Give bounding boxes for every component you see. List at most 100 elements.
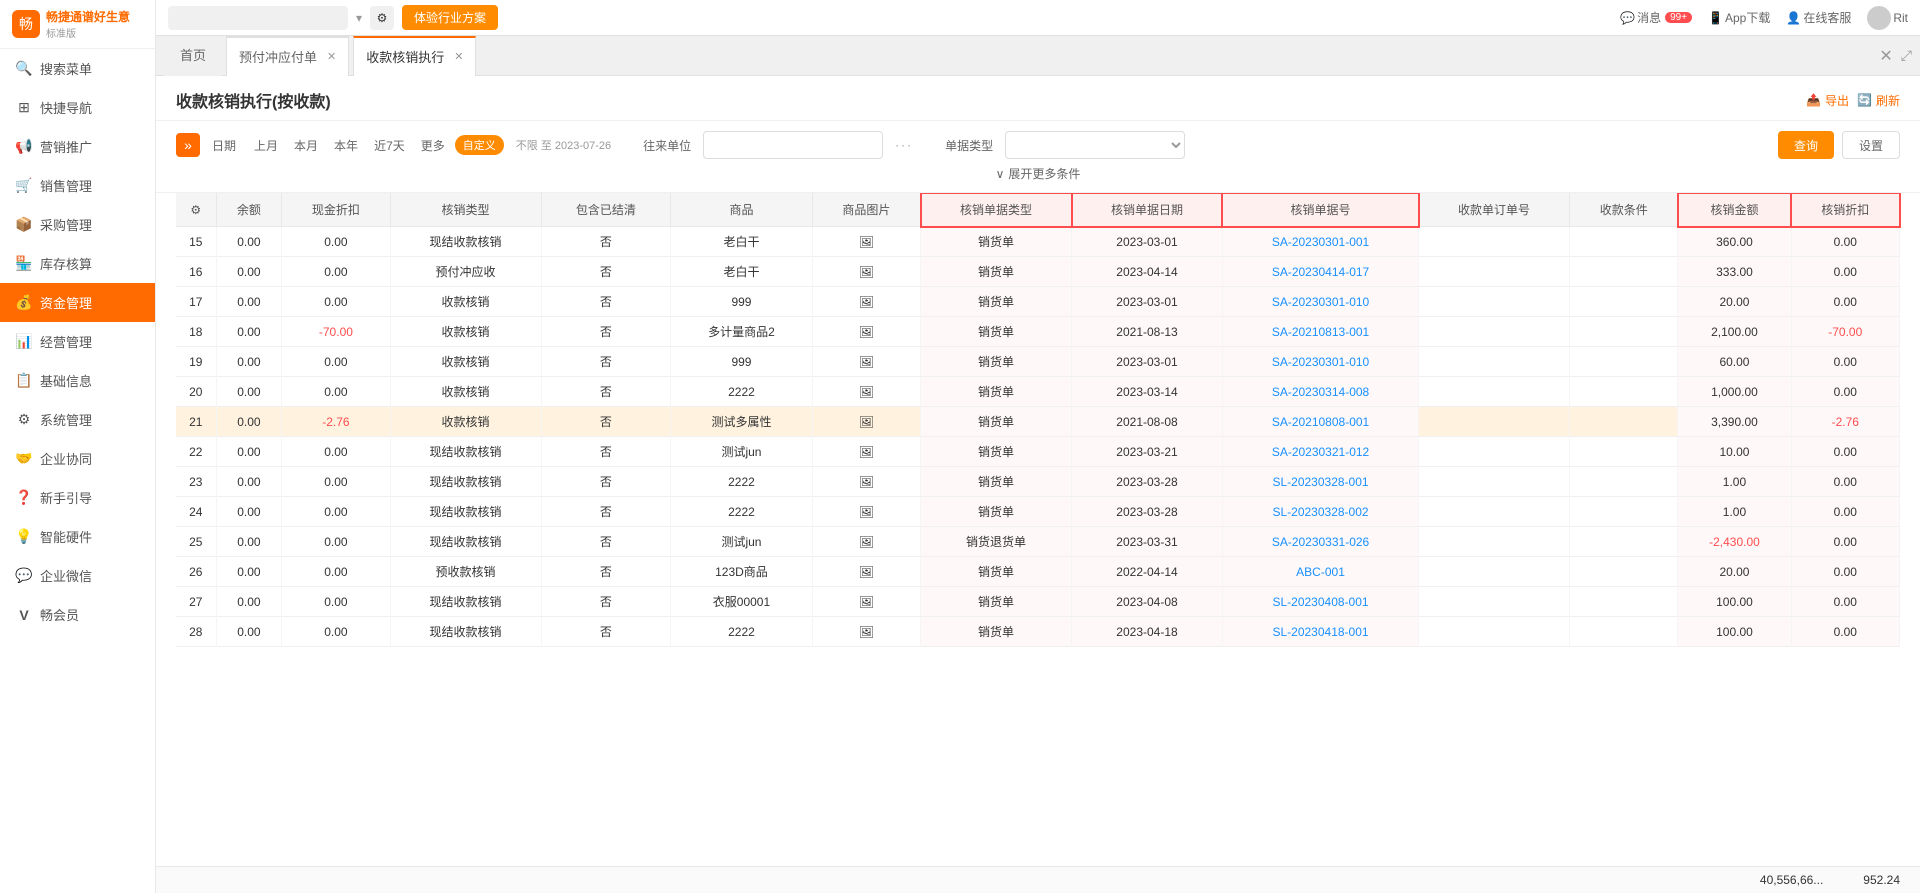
table-cell: 现结收款核销 xyxy=(390,437,541,467)
table-cell: 预收款核销 xyxy=(390,557,541,587)
date-opt-lastmonth[interactable]: 上月 xyxy=(248,135,284,156)
table-cell[interactable]: SA-20230301-010 xyxy=(1222,287,1418,317)
table-cell[interactable]: SL-20230328-002 xyxy=(1222,497,1418,527)
filter-expand-button[interactable]: » xyxy=(176,133,200,157)
tab-prepay[interactable]: 预付冲应付单 ✕ xyxy=(226,36,349,76)
table-cell: 0.00 xyxy=(216,377,282,407)
query-button[interactable]: 查询 xyxy=(1778,131,1834,159)
table-cell: 19 xyxy=(176,347,216,377)
col-condition: 收款条件 xyxy=(1570,193,1678,227)
sidebar-item-marketing[interactable]: 📢 营销推广 xyxy=(0,127,155,166)
table-cell[interactable]: SA-20210813-001 xyxy=(1222,317,1418,347)
col-amount-discount: 核销折扣 xyxy=(1791,193,1899,227)
date-opt-more[interactable]: 更多 xyxy=(415,135,451,156)
table-cell[interactable]: SL-20230418-001 xyxy=(1222,617,1418,647)
table-row: 240.000.00现结收款核销否2222🖼销货单2023-03-28SL-20… xyxy=(176,497,1900,527)
message-icon-area[interactable]: 💬 消息 99+ xyxy=(1620,9,1692,26)
col-order-no: 收款单订单号 xyxy=(1419,193,1570,227)
table-cell: 2023-03-01 xyxy=(1072,287,1223,317)
single-type-select[interactable] xyxy=(1005,131,1185,159)
sidebar-item-system[interactable]: ⚙ 系统管理 xyxy=(0,400,155,439)
table-cell xyxy=(1419,377,1570,407)
table-cell: 0.00 xyxy=(216,437,282,467)
tab-home[interactable]: 首页 xyxy=(164,36,222,76)
sidebar-item-finance[interactable]: 💰 资金管理 xyxy=(0,283,155,322)
from-unit-input[interactable] xyxy=(703,131,883,159)
sidebar-item-search[interactable]: 🔍 搜索菜单 xyxy=(0,49,155,88)
table-row: 280.000.00现结收款核销否2222🖼销货单2023-04-18SL-20… xyxy=(176,617,1900,647)
table-cell: 1.00 xyxy=(1678,497,1791,527)
date-opt-thisyear[interactable]: 本年 xyxy=(328,135,364,156)
sidebar-item-guide[interactable]: ❓ 新手引导 xyxy=(0,478,155,517)
table-cell: 2023-03-28 xyxy=(1072,497,1223,527)
set-button[interactable]: 设置 xyxy=(1842,131,1900,159)
table-cell: 销货单 xyxy=(921,347,1072,377)
user-avatar[interactable]: Rit xyxy=(1867,6,1908,30)
col-goods-img: 商品图片 xyxy=(812,193,920,227)
table-cell: 0.00 xyxy=(216,617,282,647)
tab-close-icon[interactable]: ✕ xyxy=(1879,46,1892,66)
handshake-icon: 🤝 xyxy=(16,451,32,467)
table-cell: 测试jun xyxy=(671,437,813,467)
sidebar-item-basic[interactable]: 📋 基础信息 xyxy=(0,361,155,400)
date-custom-badge[interactable]: 自定义 xyxy=(455,135,504,155)
table-cell[interactable]: SA-20230331-026 xyxy=(1222,527,1418,557)
solution-button[interactable]: 体验行业方案 xyxy=(402,5,498,30)
tab-expand-icon[interactable]: ⤢ xyxy=(1901,47,1912,64)
table-cell: 现结收款核销 xyxy=(390,587,541,617)
col-balance: 余额 xyxy=(216,193,282,227)
online-support[interactable]: 👤 在线客服 xyxy=(1786,9,1851,26)
table-cell[interactable]: SA-20210808-001 xyxy=(1222,407,1418,437)
table-cell: -2,430.00 xyxy=(1678,527,1791,557)
export-button[interactable]: 📤 导出 xyxy=(1806,92,1849,109)
table-cell[interactable]: SA-20230314-008 xyxy=(1222,377,1418,407)
page-header: 收款核销执行(按收款) 📤 导出 🔄 刷新 xyxy=(156,76,1920,121)
expand-more-button[interactable]: ∨ 展开更多条件 xyxy=(996,165,1081,182)
table-cell[interactable]: ABC-001 xyxy=(1222,557,1418,587)
table-cell[interactable]: SL-20230408-001 xyxy=(1222,587,1418,617)
table-cell: 0.00 xyxy=(1791,617,1899,647)
table-cell[interactable]: SA-20230301-001 xyxy=(1222,227,1418,257)
sidebar-item-hardware[interactable]: 💡 智能硬件 xyxy=(0,517,155,556)
table-cell: 100.00 xyxy=(1678,587,1791,617)
table-cell[interactable]: SA-20230414-017 xyxy=(1222,257,1418,287)
col-bill-type: 核销单据类型 xyxy=(921,193,1072,227)
table-cell: 否 xyxy=(541,407,671,437)
table-cell xyxy=(1419,407,1570,437)
table-cell: 销货退货单 xyxy=(921,527,1072,557)
table-cell: 老白干 xyxy=(671,227,813,257)
app-download[interactable]: 📱 App下载 xyxy=(1708,9,1770,26)
table-cell[interactable]: SL-20230328-001 xyxy=(1222,467,1418,497)
table-cell: 2222 xyxy=(671,617,813,647)
sidebar-item-purchase[interactable]: 📦 采购管理 xyxy=(0,205,155,244)
sidebar-item-quicknav[interactable]: ⊞ 快捷导航 xyxy=(0,88,155,127)
table-cell[interactable]: SA-20230321-012 xyxy=(1222,437,1418,467)
settings-gear[interactable]: ⚙ xyxy=(370,6,394,30)
sidebar-item-operations[interactable]: 📊 经营管理 xyxy=(0,322,155,361)
sidebar-item-enterprise[interactable]: 🤝 企业协同 xyxy=(0,439,155,478)
top-bar: ▾ ⚙ 体验行业方案 💬 消息 99+ 📱 App下载 👤 在线客服 xyxy=(156,0,1920,36)
table-cell xyxy=(1570,227,1678,257)
table-cell: 16 xyxy=(176,257,216,287)
table-cell: 0.00 xyxy=(1791,467,1899,497)
date-opt-7days[interactable]: 近7天 xyxy=(368,135,411,156)
table-cell xyxy=(1419,527,1570,557)
tab-receipt-close[interactable]: ✕ xyxy=(454,50,463,63)
grid-icon: ⊞ xyxy=(16,100,32,116)
table-cell: 0.00 xyxy=(216,257,282,287)
sidebar-item-wechat[interactable]: 💬 企业微信 xyxy=(0,556,155,595)
table-cell: 0.00 xyxy=(282,287,390,317)
table-cell[interactable]: SA-20230301-010 xyxy=(1222,347,1418,377)
table-cell: 2022-04-14 xyxy=(1072,557,1223,587)
table-cell: 10.00 xyxy=(1678,437,1791,467)
tab-receipt[interactable]: 收款核销执行 ✕ xyxy=(353,36,476,76)
sidebar-item-sales[interactable]: 🛒 销售管理 xyxy=(0,166,155,205)
table-cell: 销货单 xyxy=(921,557,1072,587)
refresh-button[interactable]: 🔄 刷新 xyxy=(1857,92,1900,109)
tab-prepay-close[interactable]: ✕ xyxy=(327,50,336,63)
col-settings[interactable]: ⚙ xyxy=(176,193,216,227)
table-cell: 2222 xyxy=(671,497,813,527)
sidebar-item-member[interactable]: V 畅会员 xyxy=(0,595,155,634)
date-opt-thismonth[interactable]: 本月 xyxy=(288,135,324,156)
sidebar-item-inventory[interactable]: 🏪 库存核算 xyxy=(0,244,155,283)
